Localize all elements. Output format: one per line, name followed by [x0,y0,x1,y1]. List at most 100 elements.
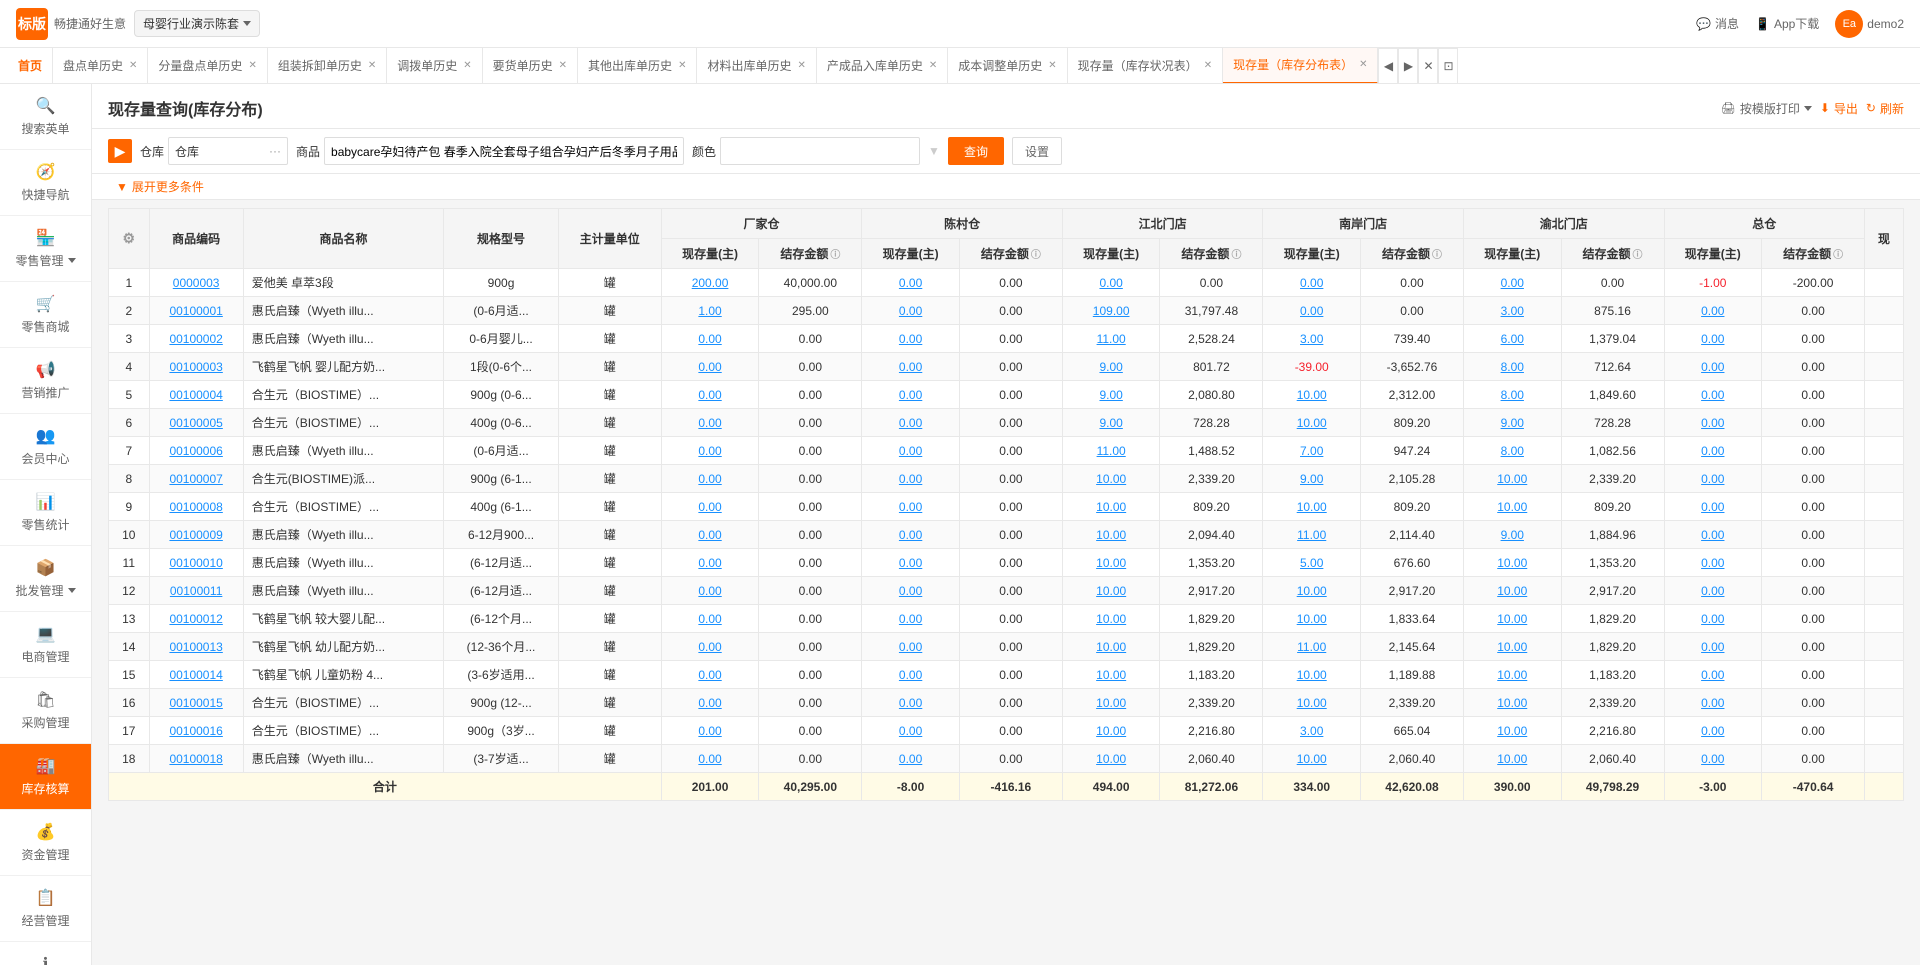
cell-name: 惠氏启臻（Wyeth illu... [243,437,444,465]
print-button[interactable]: 🖨 按模版打印 [1721,100,1812,117]
cell-name: 惠氏启臻（Wyeth illu... [243,577,444,605]
cell-total-stock: 0.00 [1664,745,1762,773]
tab-scroll-right[interactable]: ▶ [1398,48,1418,84]
cell-s2-stock: 3.00 [1263,325,1361,353]
cell-factory-stock: 0.00 [661,605,759,633]
cell-factory-amount: 0.00 [759,605,862,633]
close-icon[interactable]: ✕ [929,60,937,71]
cell-s3-stock: 10.00 [1463,465,1561,493]
sidebar-item-ecommerce[interactable]: 💻 电商管理 [0,612,91,678]
cell-total-stock: -1.00 [1664,269,1762,297]
sidebar-item-operations[interactable]: 📋 经营管理 [0,876,91,942]
info-icon[interactable]: ⓘ [1633,250,1643,261]
cell-extra [1865,409,1904,437]
close-icon[interactable]: ✕ [368,60,376,71]
th-gear[interactable]: ⚙ [109,209,150,269]
sidebar-item-purchase[interactable]: 🛍 采购管理 [0,678,91,744]
cell-name: 合生元（BIOSTIME）... [243,717,444,745]
sidebar-item-inventory[interactable]: 🏭 库存核算 [0,744,91,810]
tab-cost-adjust[interactable]: 成本调整单历史 ✕ [948,48,1067,84]
sidebar-item-member[interactable]: 👥 会员中心 [0,414,91,480]
sidebar-item-basic[interactable]: ℹ 基础信息 [0,942,91,965]
close-icon[interactable]: ✕ [559,60,567,71]
tab-transfer[interactable]: 调拨单历史 ✕ [387,48,482,84]
tab-expand[interactable]: ⊡ [1438,48,1458,84]
tab-inventory-dist[interactable]: 现存量（库存分布表） ✕ [1223,48,1378,84]
cell-total-amount: 0.00 [1762,605,1865,633]
cell-factory-stock: 1.00 [661,297,759,325]
sidebar-item-finance[interactable]: 💰 资金管理 [0,810,91,876]
close-icon[interactable]: ✕ [1359,59,1367,70]
th-s3-stock: 现存量(主) [1463,239,1561,269]
tab-pdd-history[interactable]: 盘点单历史 ✕ [53,48,148,84]
cell-total-stock: 0.00 [1664,381,1762,409]
product-input[interactable] [324,137,684,165]
sidebar-item-nav[interactable]: 🧭 快捷导航 [0,150,91,216]
tab-split-pdd[interactable]: 分量盘点单历史 ✕ [148,48,267,84]
tab-other-out[interactable]: 其他出库单历史 ✕ [578,48,697,84]
sidebar-item-retail[interactable]: 🏪 零售管理 [0,216,91,282]
tab-scroll-left[interactable]: ◀ [1378,48,1398,84]
cell-factory-stock: 0.00 [661,549,759,577]
tab-close-all[interactable]: ✕ [1418,48,1438,84]
cell-s3-amount: 2,060.40 [1561,745,1664,773]
close-icon[interactable]: ✕ [1204,60,1212,71]
info-icon[interactable]: ⓘ [1833,250,1843,261]
filter-more-conditions[interactable]: ▼ 展开更多条件 [116,178,204,195]
app-download-btn[interactable]: 📱 App下载 [1755,15,1819,32]
arrow-down-icon: ▼ [116,180,128,194]
export-button[interactable]: ⬇ 导出 [1820,100,1858,117]
close-icon[interactable]: ✕ [1048,60,1056,71]
sidebar-item-retail-stats[interactable]: 📊 零售统计 [0,480,91,546]
search-button[interactable]: 查询 [948,137,1004,165]
cell-unit: 罐 [558,353,661,381]
cell-s3-amount: 809.20 [1561,493,1664,521]
warehouse-select[interactable]: 仓库 ··· [168,137,288,165]
filter-expand-button[interactable]: ▶ [108,139,132,163]
th-s1-stock: 现存量(主) [1062,239,1160,269]
cell-total-amount: 0.00 [1762,381,1865,409]
tab-home[interactable]: 首页 [8,48,53,84]
info-icon[interactable]: ⓘ [1031,250,1041,261]
cell-index: 7 [109,437,150,465]
cell-name: 惠氏启臻（Wyeth illu... [243,745,444,773]
info-icon[interactable]: ⓘ [1231,250,1241,261]
close-icon[interactable]: ✕ [248,60,256,71]
tab-assembly[interactable]: 组装拆卸单历史 ✕ [268,48,387,84]
sidebar: 🔍 搜索英单 🧭 快捷导航 🏪 零售管理 🛒 零售商城 📢 营销推广 👥 会员中… [0,84,92,965]
gear-icon[interactable]: ⚙ [123,230,136,246]
info-icon[interactable]: ⓘ [830,250,840,261]
sidebar-item-wholesale[interactable]: 📦 批发管理 [0,546,91,612]
table-container[interactable]: ⚙ 商品编码 商品名称 规格型号 主计量单位 厂家仓 陈村仓 江北门店 南岸门店… [92,200,1920,965]
cell-wh2-stock: 0.00 [862,661,960,689]
cell-total-stock: 0.00 [1664,409,1762,437]
tab-product-in[interactable]: 产成品入库单历史 ✕ [817,48,948,84]
refresh-button[interactable]: ↻ 刷新 [1866,100,1904,117]
cell-name: 惠氏启臻（Wyeth illu... [243,297,444,325]
cell-name: 爱他美 卓萃3段 [243,269,444,297]
info-icon[interactable]: ⓘ [1432,250,1442,261]
color-input[interactable] [720,137,920,165]
close-icon[interactable]: ✕ [797,60,805,71]
cell-wh2-amount: 0.00 [959,745,1062,773]
chevron-down-icon [68,258,76,263]
cell-spec: 900g（3岁... [444,717,559,745]
tab-inventory-status[interactable]: 现存量（库存状况表） ✕ [1068,48,1223,84]
settings-button[interactable]: 设置 [1012,137,1062,165]
sidebar-item-search[interactable]: 🔍 搜索英单 [0,84,91,150]
sidebar-item-shop[interactable]: 🛒 零售商城 [0,282,91,348]
close-icon[interactable]: ✕ [129,60,137,71]
sidebar-item-marketing[interactable]: 📢 营销推广 [0,348,91,414]
user-area[interactable]: Ea demo2 [1835,10,1904,38]
tab-material-out[interactable]: 材料出库单历史 ✕ [697,48,816,84]
close-icon[interactable]: ✕ [463,60,471,71]
cell-name: 飞鹤星飞帆 较大婴儿配... [243,605,444,633]
color-dropdown-icon[interactable]: ▼ [928,144,940,158]
tab-demand[interactable]: 要货单历史 ✕ [483,48,578,84]
org-selector[interactable]: 母婴行业演示陈套 [134,10,260,37]
message-btn[interactable]: 💬 消息 [1696,15,1739,32]
close-icon[interactable]: ✕ [678,60,686,71]
cell-s3-amount: 0.00 [1561,269,1664,297]
nav-icon: 🧭 [4,162,87,182]
cell-index: 14 [109,633,150,661]
